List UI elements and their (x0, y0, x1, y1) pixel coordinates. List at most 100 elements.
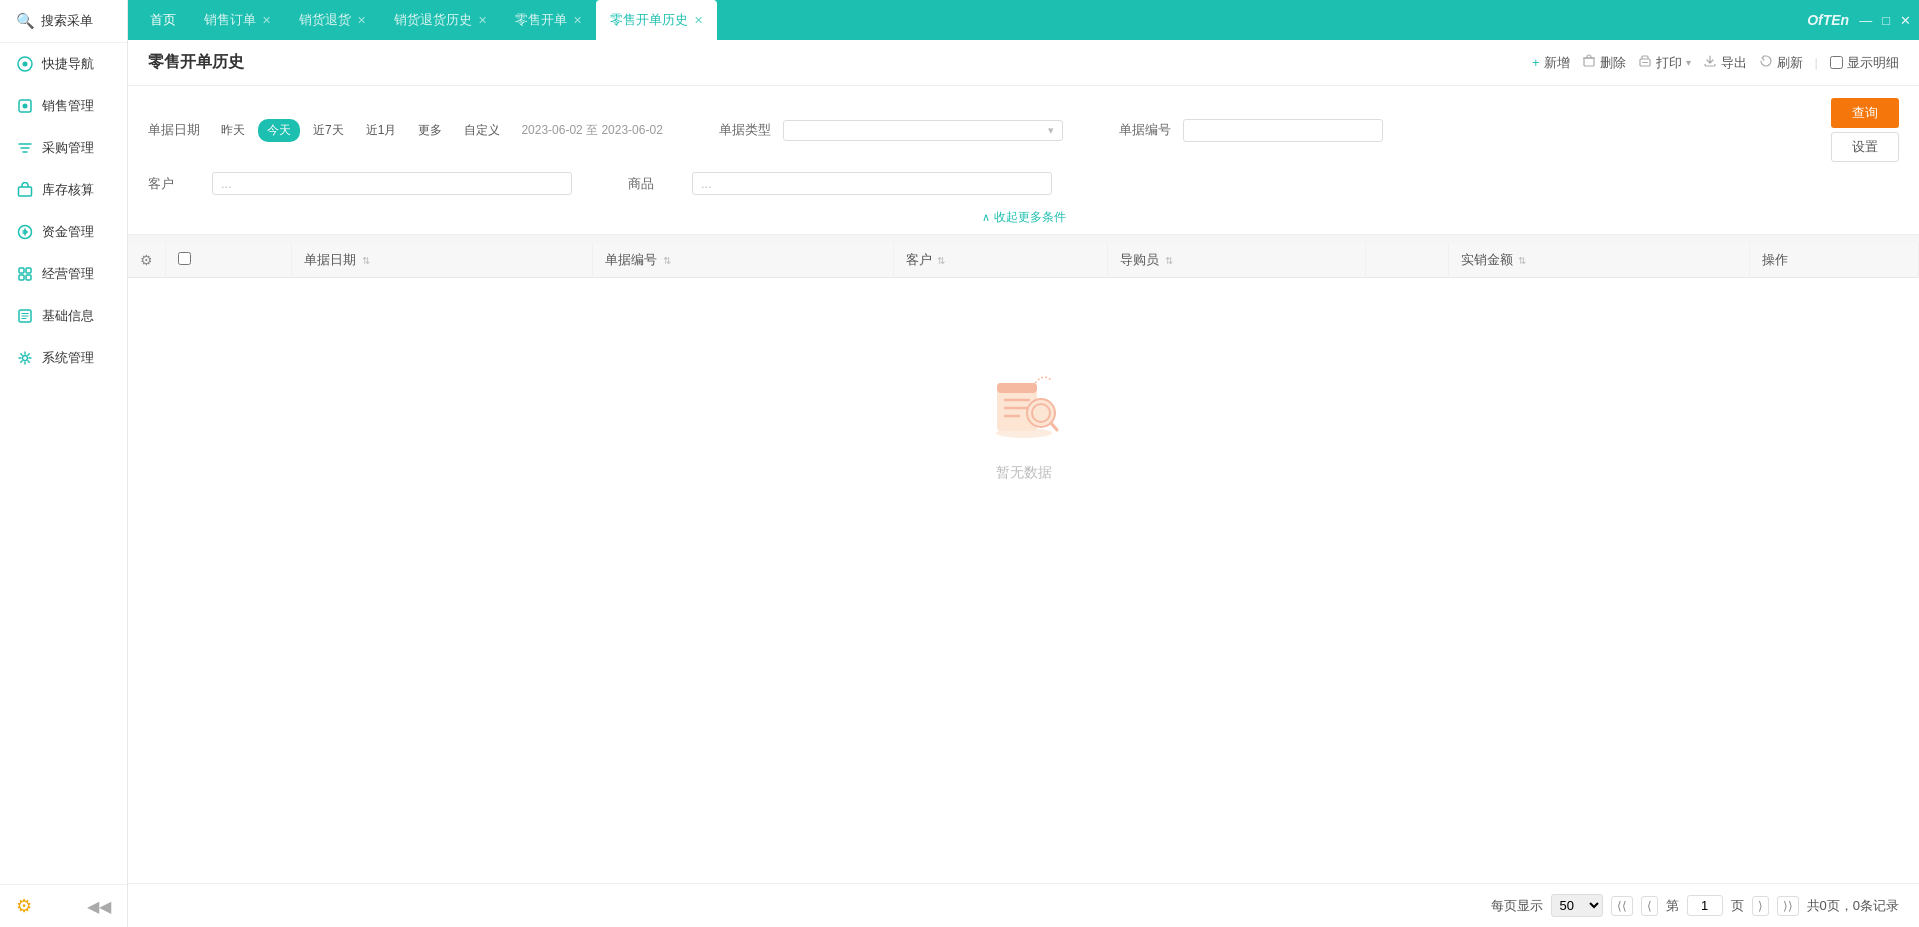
sidebar-sales-mgmt-label: 销售管理 (42, 97, 94, 115)
prev-page-btn[interactable]: ⟨ (1641, 896, 1658, 916)
col-guide-sort[interactable]: ⇅ (1165, 255, 1173, 266)
next-page-btn[interactable]: ⟩ (1752, 896, 1769, 916)
svg-rect-9 (26, 275, 31, 280)
col-amount-sort[interactable]: ⇅ (1518, 255, 1526, 266)
col-customer-label: 客户 (906, 252, 932, 267)
table-settings-icon[interactable]: ⚙ (140, 252, 153, 268)
table-header-date[interactable]: 单据日期 ⇅ (292, 243, 593, 278)
operations-icon (16, 265, 34, 283)
first-page-btn[interactable]: ⟨⟨ (1611, 896, 1633, 916)
delete-label: 删除 (1600, 54, 1626, 72)
sidebar-item-operations[interactable]: 经营管理 (0, 253, 127, 295)
product-input[interactable]: ... (692, 172, 1052, 195)
collapse-sidebar-icon[interactable]: ◀◀ (87, 897, 111, 916)
table-header-customer[interactable]: 客户 ⇅ (893, 243, 1108, 278)
sidebar-item-inventory[interactable]: 库存核算 (0, 169, 127, 211)
col-date-label: 单据日期 (304, 252, 356, 267)
tab-home[interactable]: 首页 (136, 0, 190, 40)
table-header-guide[interactable]: 导购员 ⇅ (1108, 243, 1366, 278)
settings-icon[interactable]: ⚙ (16, 895, 32, 917)
tab-sales-order-close[interactable]: ✕ (262, 14, 271, 27)
table-header-spacer (1365, 243, 1448, 278)
empty-text: 暂无数据 (996, 464, 1052, 482)
sidebar-purchase-mgmt-label: 采购管理 (42, 139, 94, 157)
customer-filter-group: 客户 ... (148, 172, 572, 195)
sidebar-search-label: 搜索采单 (41, 12, 93, 30)
close-btn[interactable]: ✕ (1900, 13, 1911, 28)
tab-sales-return-close[interactable]: ✕ (357, 14, 366, 27)
date-btn-yesterday[interactable]: 昨天 (212, 119, 254, 142)
toolbar-divider: | (1815, 55, 1818, 70)
table-head: ⚙ 单据日期 ⇅ 单据编号 ⇅ (128, 243, 1919, 278)
print-label: 打印 (1656, 54, 1682, 72)
page-number-input[interactable] (1687, 895, 1723, 916)
main-area: 首页 销售订单 ✕ 销货退货 ✕ 销货退货历史 ✕ 零售开单 ✕ 零售开单历史 … (128, 0, 1919, 927)
tab-retail-open-history-close[interactable]: ✕ (694, 14, 703, 27)
basic-info-icon (16, 307, 34, 325)
sidebar-inventory-label: 库存核算 (42, 181, 94, 199)
sidebar-item-quick-nav[interactable]: 快捷导航 (0, 43, 127, 85)
brand-text: OfTEn (1807, 12, 1849, 28)
tab-retail-open[interactable]: 零售开单 ✕ (501, 0, 596, 40)
tab-sales-return-history[interactable]: 销货退货历史 ✕ (380, 0, 501, 40)
col-customer-sort[interactable]: ⇅ (937, 255, 945, 266)
col-action-label: 操作 (1762, 252, 1788, 267)
svg-rect-17 (997, 383, 1037, 393)
date-btn-7days[interactable]: 近7天 (304, 119, 353, 142)
date-btn-today[interactable]: 今天 (258, 119, 300, 142)
tab-sales-return[interactable]: 销货退货 ✕ (285, 0, 380, 40)
date-btn-more[interactable]: 更多 (409, 119, 451, 142)
table-header-no[interactable]: 单据编号 ⇅ (592, 243, 893, 278)
minimize-btn[interactable]: — (1859, 13, 1872, 28)
query-button[interactable]: 查询 (1831, 98, 1899, 128)
delete-button[interactable]: 删除 (1582, 54, 1626, 72)
export-button[interactable]: 导出 (1703, 54, 1747, 72)
svg-rect-6 (19, 268, 24, 273)
per-page-label: 每页显示 (1491, 897, 1543, 915)
sidebar-item-sales-mgmt[interactable]: 销售管理 (0, 85, 127, 127)
tab-retail-open-history[interactable]: 零售开单历史 ✕ (596, 0, 717, 40)
system-mgmt-icon (16, 349, 34, 367)
print-icon (1638, 54, 1652, 71)
print-dropdown-icon[interactable]: ▾ (1686, 57, 1691, 68)
tab-sales-return-history-close[interactable]: ✕ (478, 14, 487, 27)
tab-retail-open-label: 零售开单 (515, 11, 567, 29)
tab-sales-return-label: 销货退货 (299, 11, 351, 29)
doc-no-label: 单据编号 (1119, 121, 1175, 139)
date-btn-custom[interactable]: 自定义 (455, 119, 509, 142)
date-range-display: 2023-06-02 至 2023-06-02 (521, 122, 662, 139)
col-no-sort[interactable]: ⇅ (663, 255, 671, 266)
svg-rect-8 (19, 275, 24, 280)
sidebar-item-basic-info[interactable]: 基础信息 (0, 295, 127, 337)
sidebar-search[interactable]: 🔍 搜索采单 (0, 0, 127, 43)
doc-no-text-input[interactable] (1192, 123, 1374, 138)
doc-no-input[interactable] (1183, 119, 1383, 142)
tab-retail-open-close[interactable]: ✕ (573, 14, 582, 27)
per-page-select[interactable]: 50 100 200 (1551, 894, 1603, 917)
set-button[interactable]: 设置 (1831, 132, 1899, 162)
collapse-bar[interactable]: ∧ 收起更多条件 (148, 205, 1899, 234)
maximize-btn[interactable]: □ (1882, 13, 1890, 28)
sidebar-item-finance[interactable]: 资金管理 (0, 211, 127, 253)
sidebar-item-purchase-mgmt[interactable]: 采购管理 (0, 127, 127, 169)
svg-point-1 (23, 62, 28, 67)
date-btn-1month[interactable]: 近1月 (357, 119, 406, 142)
add-button[interactable]: + 新增 (1532, 54, 1570, 72)
print-button[interactable]: 打印 ▾ (1638, 54, 1691, 72)
col-date-sort[interactable]: ⇅ (362, 255, 370, 266)
table-header-settings: ⚙ (128, 243, 166, 278)
show-detail-checkbox[interactable] (1830, 56, 1843, 69)
collapse-chevron-icon: ∧ (982, 211, 990, 224)
sidebar-item-system-mgmt[interactable]: 系统管理 (0, 337, 127, 379)
product-label: 商品 (628, 175, 684, 193)
doc-type-select[interactable]: ▾ (783, 120, 1063, 141)
refresh-button[interactable]: 刷新 (1759, 54, 1803, 72)
tab-home-label: 首页 (150, 11, 176, 29)
page-header: 零售开单历史 + 新增 删除 打印 ▾ (128, 40, 1919, 86)
select-all-checkbox[interactable] (178, 252, 191, 265)
col-guide-label: 导购员 (1120, 252, 1159, 267)
last-page-btn[interactable]: ⟩⟩ (1777, 896, 1799, 916)
tab-sales-order[interactable]: 销售订单 ✕ (190, 0, 285, 40)
customer-input[interactable]: ... (212, 172, 572, 195)
table-header-amount[interactable]: 实销金额 ⇅ (1448, 243, 1749, 278)
